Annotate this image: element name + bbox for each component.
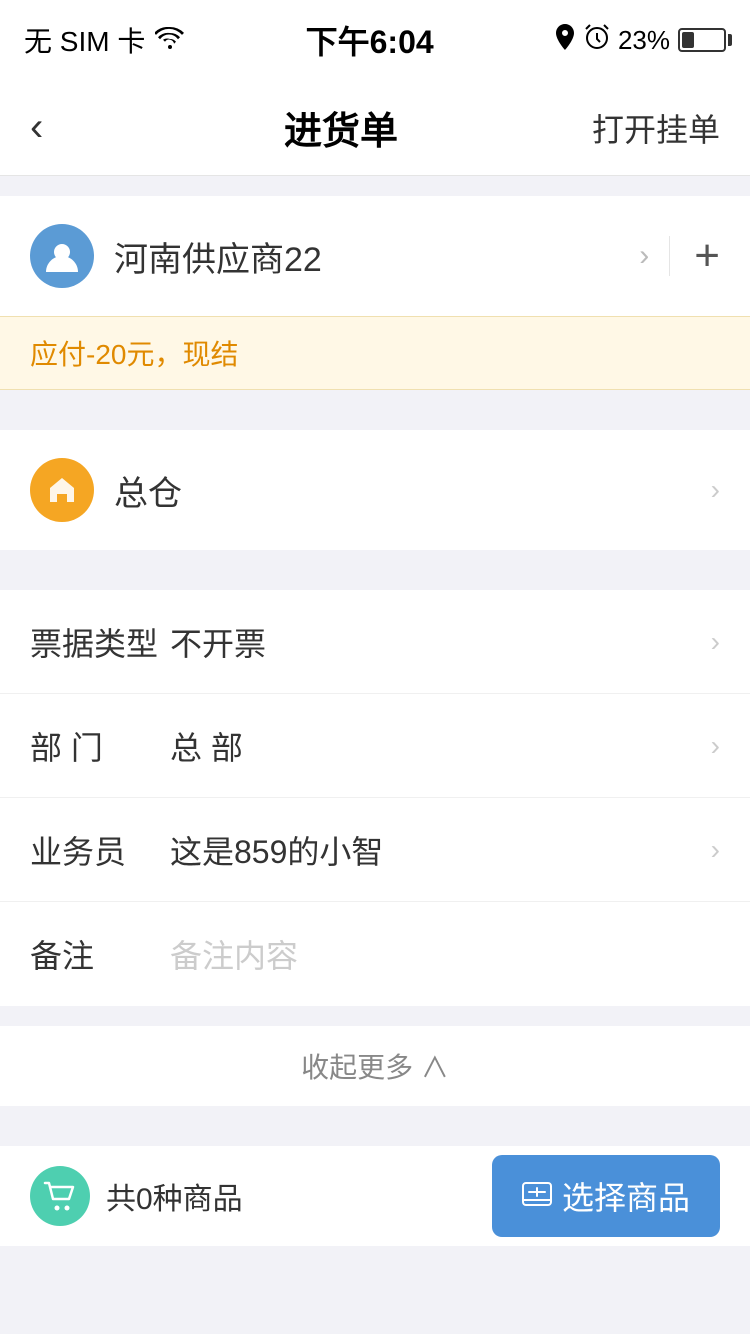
select-product-button[interactable]: 选择商品: [492, 1155, 720, 1237]
status-time: 下午6:04: [306, 17, 434, 63]
status-bar: 无 SIM 卡 下午6:04 23%: [0, 0, 750, 80]
salesperson-row[interactable]: 业务员 这是859的小智 ›: [0, 798, 750, 902]
wifi-icon: [155, 24, 185, 56]
product-info: 共0种商品: [30, 1166, 243, 1226]
select-product-label: 选择商品: [562, 1173, 690, 1219]
supplier-chevron-icon: ›: [639, 239, 649, 273]
carrier-label: 无 SIM 卡: [24, 20, 145, 60]
supplier-section: 河南供应商22 › + 应付-20元，现结: [0, 196, 750, 390]
department-value: 总 部: [160, 723, 701, 769]
product-count-text: 共0种商品: [106, 1174, 243, 1218]
status-right: 23%: [554, 24, 726, 57]
vertical-divider: [669, 236, 670, 276]
warehouse-chevron-icon: ›: [711, 474, 720, 506]
remark-row[interactable]: 备注 备注内容: [0, 902, 750, 1006]
collapse-label: 收起更多 ∧: [301, 1046, 449, 1086]
add-supplier-button[interactable]: +: [694, 231, 720, 281]
supplier-avatar: [30, 224, 94, 288]
divider-4: [0, 1106, 750, 1126]
department-row[interactable]: 部 门 总 部 ›: [0, 694, 750, 798]
nav-bar: ‹ 进货单 打开挂单: [0, 80, 750, 176]
warehouse-section: 总仓 ›: [0, 430, 750, 550]
warehouse-icon: [30, 458, 94, 522]
alarm-icon: [584, 24, 610, 57]
remark-placeholder: 备注内容: [160, 931, 720, 977]
battery-icon: [678, 28, 726, 52]
invoice-type-label: 票据类型: [30, 619, 160, 665]
invoice-type-chevron-icon: ›: [711, 626, 720, 658]
bottom-bar: 共0种商品 选择商品: [0, 1146, 750, 1246]
salesperson-value: 这是859的小智: [160, 827, 701, 873]
divider-2: [0, 390, 750, 410]
salesperson-label: 业务员: [30, 827, 160, 873]
divider-1: [0, 176, 750, 196]
department-label: 部 门: [30, 723, 160, 769]
divider-3: [0, 550, 750, 570]
salesperson-chevron-icon: ›: [711, 834, 720, 866]
open-pending-button[interactable]: 打开挂单: [592, 105, 720, 151]
invoice-type-value: 不开票: [160, 619, 701, 665]
page-title: 进货单: [284, 100, 398, 155]
collapse-row[interactable]: 收起更多 ∧: [0, 1026, 750, 1106]
battery-label: 23%: [618, 25, 670, 56]
status-left: 无 SIM 卡: [24, 20, 185, 60]
warehouse-name: 总仓: [114, 466, 711, 515]
department-chevron-icon: ›: [711, 730, 720, 762]
warning-text: 应付-20元，现结: [30, 339, 238, 370]
form-section: 票据类型 不开票 › 部 门 总 部 › 业务员 这是859的小智 › 备注 备…: [0, 590, 750, 1006]
warning-banner: 应付-20元，现结: [0, 316, 750, 390]
remark-label: 备注: [30, 931, 160, 977]
supplier-row[interactable]: 河南供应商22 › +: [0, 196, 750, 316]
supplier-name: 河南供应商22: [114, 232, 639, 281]
cart-icon: [30, 1166, 90, 1226]
back-button[interactable]: ‹: [30, 105, 90, 150]
location-icon: [554, 24, 576, 57]
warehouse-row[interactable]: 总仓 ›: [0, 430, 750, 550]
invoice-type-row[interactable]: 票据类型 不开票 ›: [0, 590, 750, 694]
